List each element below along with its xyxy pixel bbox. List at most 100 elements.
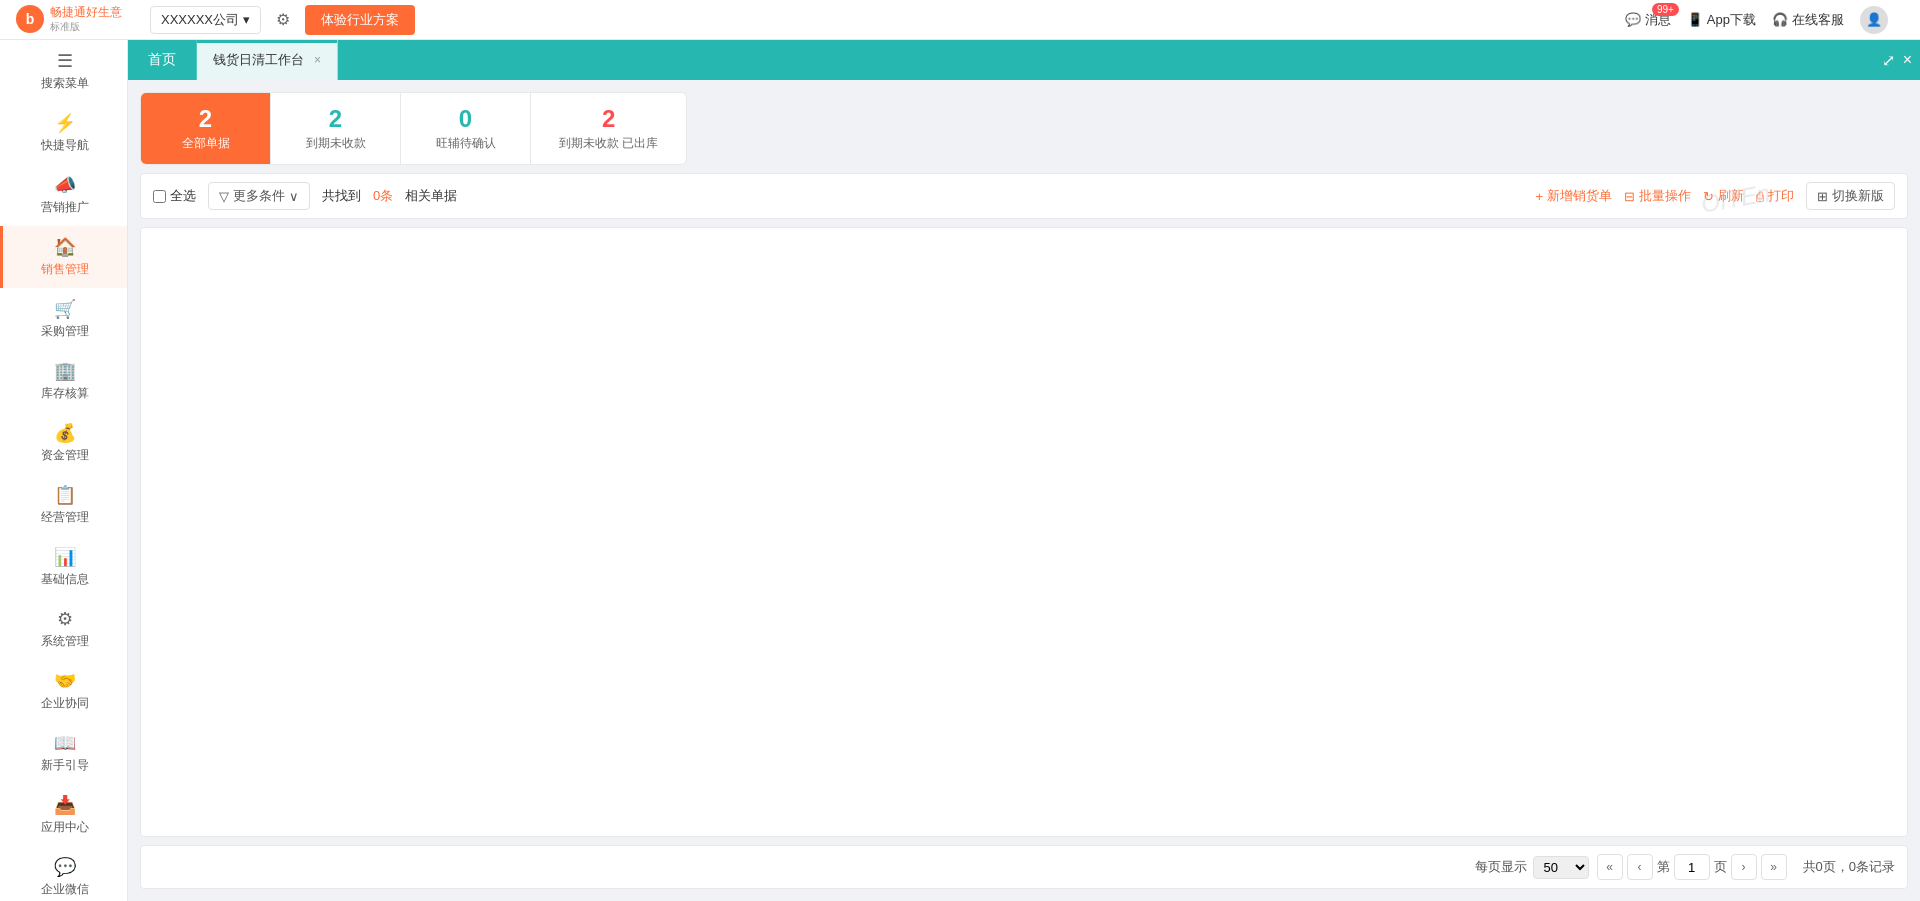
stat-card-pending[interactable]: 0 旺辅待确认 [401, 93, 531, 164]
last-page-button[interactable]: » [1761, 854, 1787, 880]
table-area [140, 227, 1908, 837]
collab-icon: 🤝 [54, 670, 76, 692]
sidebar-label-search: 搜索菜单 [41, 75, 89, 92]
page-suffix: 页 [1714, 858, 1727, 876]
add-label: 新增销货单 [1547, 187, 1612, 205]
sidebar-label-guide: 新手引导 [41, 757, 89, 774]
sidebar-item-purchase[interactable]: 🛒 采购管理 [0, 288, 127, 350]
refresh-icon: ↻ [1703, 189, 1714, 204]
stat-num-overdue: 2 [329, 105, 342, 133]
stat-label-overdue: 到期未收款 [306, 135, 366, 152]
sidebar-item-enterprise-wechat[interactable]: 💬 企业微信 [0, 846, 127, 901]
tab-maximize-icon[interactable]: ⤢ [1882, 51, 1895, 70]
batch-label: 批量操作 [1639, 187, 1691, 205]
warehouse-icon: 🏢 [54, 360, 76, 382]
company-name: XXXXXX公司 [161, 11, 239, 29]
page-label: 第 [1657, 858, 1670, 876]
page-content: 2 全部单据 2 到期未收款 0 旺辅待确认 2 到期未收款 已出库 [128, 80, 1920, 901]
switch-icon: ⊞ [1817, 189, 1828, 204]
print-button[interactable]: ⎙ 打印 [1756, 187, 1794, 205]
sidebar-item-basic-info[interactable]: 📊 基础信息 [0, 536, 127, 598]
total-records: 共0页，0条记录 [1803, 858, 1895, 876]
next-page-button[interactable]: › [1731, 854, 1757, 880]
refresh-button[interactable]: ↻ 刷新 [1703, 187, 1744, 205]
sidebar-item-search-menu[interactable]: ☰ 搜索菜单 [0, 40, 127, 102]
stat-label-all: 全部单据 [182, 135, 230, 152]
content-area: 首页 钱货日清工作台 × ⤢ × 2 全部单据 2 到期未收款 [128, 40, 1920, 901]
page-number-input[interactable] [1674, 854, 1710, 880]
company-selector[interactable]: XXXXXX公司 ▾ [150, 6, 261, 34]
sidebar-item-collab[interactable]: 🤝 企业协同 [0, 660, 127, 722]
sidebar-item-app-center[interactable]: 📥 应用中心 [0, 784, 127, 846]
user-avatar[interactable]: 👤 [1860, 6, 1888, 34]
filter-button[interactable]: ▽ 更多条件 ∨ [208, 182, 310, 210]
first-page-button[interactable]: « [1597, 854, 1623, 880]
sidebar-item-quick-nav[interactable]: ⚡ 快捷导航 [0, 102, 127, 164]
stat-num-pending: 0 [459, 105, 472, 133]
main-layout: ☰ 搜索菜单 ⚡ 快捷导航 📣 营销推广 🏠 销售管理 🛒 采购管理 🏢 库存核… [0, 40, 1920, 901]
settings-button[interactable]: ⚙ [269, 6, 297, 34]
app-name: 畅捷通好生意 [50, 5, 122, 19]
sidebar-label-quick-nav: 快捷导航 [41, 137, 89, 154]
sidebar-label-operations: 经营管理 [41, 509, 89, 526]
select-all-input[interactable] [153, 190, 166, 203]
prev-page-icon: ‹ [1638, 860, 1642, 874]
top-bar-right: 💬 消息 99+ 📱 App下载 🎧 在线客服 👤 [1625, 6, 1904, 34]
stat-label-overdue-shipped: 到期未收款 已出库 [559, 135, 658, 152]
sidebar-label-finance: 资金管理 [41, 447, 89, 464]
app-version: 标准版 [50, 20, 122, 34]
purchase-icon: 🛒 [54, 298, 76, 320]
found-prefix: 共找到 [322, 187, 361, 205]
wechat-icon: 💬 [54, 856, 76, 878]
sidebar-item-guide[interactable]: 📖 新手引导 [0, 722, 127, 784]
message-button[interactable]: 💬 消息 99+ [1625, 11, 1671, 29]
prev-page-button[interactable]: ‹ [1627, 854, 1653, 880]
print-label: 打印 [1768, 187, 1794, 205]
select-all-checkbox[interactable]: 全选 [153, 187, 196, 205]
sidebar-item-operations[interactable]: 📋 经营管理 [0, 474, 127, 536]
stat-card-overdue[interactable]: 2 到期未收款 [271, 93, 401, 164]
gear-icon: ⚙ [276, 10, 290, 29]
tab-work-bench[interactable]: 钱货日清工作台 × [197, 40, 338, 80]
service-label: 在线客服 [1792, 11, 1844, 29]
stat-card-all[interactable]: 2 全部单据 [141, 93, 271, 164]
stat-card-overdue-shipped[interactable]: 2 到期未收款 已出库 [531, 93, 686, 164]
sidebar-label-wechat: 企业微信 [41, 881, 89, 898]
per-page-select[interactable]: 50 100 [1533, 856, 1589, 879]
stat-num-all: 2 [199, 105, 212, 133]
lightning-icon: ⚡ [54, 112, 76, 134]
message-badge: 99+ [1652, 3, 1679, 16]
sidebar-label-inventory: 库存核算 [41, 385, 89, 402]
tab-close-icon[interactable]: × [314, 53, 321, 67]
sidebar-item-finance[interactable]: 💰 资金管理 [0, 412, 127, 474]
guide-icon: 📖 [54, 732, 76, 754]
app-center-icon: 📥 [54, 794, 76, 816]
sidebar-label-purchase: 采购管理 [41, 323, 89, 340]
sidebar-item-sales[interactable]: 🏠 销售管理 [0, 226, 127, 288]
app-dl-icon: 📱 [1687, 12, 1703, 27]
home-icon: 🏠 [54, 236, 76, 258]
tab-home-label: 首页 [148, 51, 176, 69]
trial-button[interactable]: 体验行业方案 [305, 5, 415, 35]
logo-area: b 畅捷通好生意 标准版 [16, 5, 122, 33]
sidebar-label-app-center: 应用中心 [41, 819, 89, 836]
search-icon: ☰ [57, 50, 73, 72]
sidebar-label-sales: 销售管理 [41, 261, 89, 278]
filter-icon: ▽ [219, 189, 229, 204]
tab-home[interactable]: 首页 [128, 40, 197, 80]
add-icon: + [1535, 189, 1543, 204]
online-service-button[interactable]: 🎧 在线客服 [1772, 11, 1844, 29]
top-bar-left: b 畅捷通好生意 标准版 XXXXXX公司 ▾ ⚙ 体验行业方案 [16, 5, 415, 35]
next-page-icon: › [1742, 860, 1746, 874]
batch-operation-button[interactable]: ⊟ 批量操作 [1624, 187, 1691, 205]
sidebar-item-inventory[interactable]: 🏢 库存核算 [0, 350, 127, 412]
sidebar-item-system[interactable]: ⚙ 系统管理 [0, 598, 127, 660]
add-sales-order-button[interactable]: + 新增销货单 [1535, 187, 1612, 205]
sidebar-item-marketing[interactable]: 📣 营销推广 [0, 164, 127, 226]
app-download-button[interactable]: 📱 App下载 [1687, 11, 1756, 29]
tab-close-all-icon[interactable]: × [1903, 51, 1912, 69]
message-icon: 💬 [1625, 12, 1641, 27]
switch-new-version-button[interactable]: ⊞ 切换新版 [1806, 182, 1895, 210]
chevron-down-icon: ▾ [243, 12, 250, 27]
tab-work-bench-label: 钱货日清工作台 [213, 51, 304, 69]
